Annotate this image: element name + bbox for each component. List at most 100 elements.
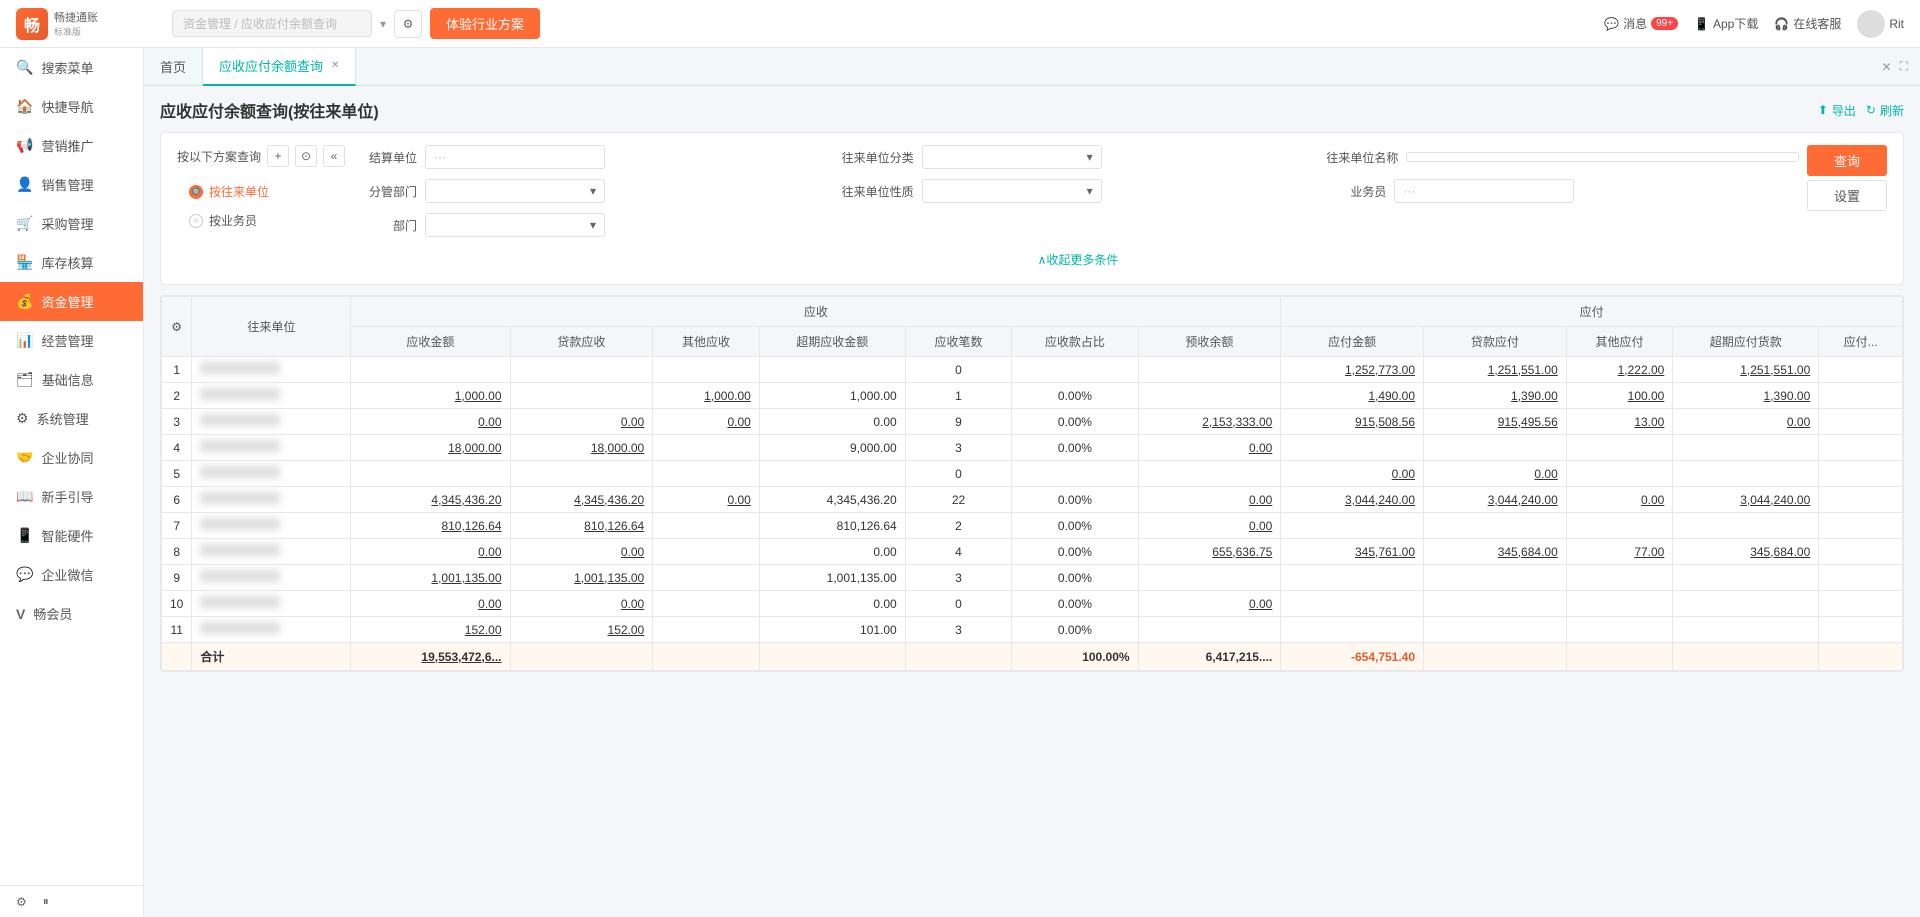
row-ap-amount[interactable]: 345,761.00	[1281, 539, 1424, 565]
sidebar-item-purchase[interactable]: 🛒 采购管理	[0, 204, 143, 243]
tab-home[interactable]: 首页	[144, 48, 203, 86]
row-ap-loan[interactable]: 345,684.00	[1424, 539, 1567, 565]
settings-icon[interactable]: ⚙	[394, 10, 422, 38]
app-download-btn[interactable]: 📱 App下载	[1694, 15, 1758, 32]
col-settings[interactable]: ⚙	[162, 297, 192, 357]
scheme-collapse-btn[interactable]: «	[323, 145, 345, 167]
scheme-option-partner[interactable]: 🔘 按往来单位	[177, 177, 345, 206]
row-ap-loan[interactable]: 915,495.56	[1424, 409, 1567, 435]
row-ar-ratio: 0.00%	[1012, 591, 1138, 617]
sidebar-item-finance[interactable]: 💰 资金管理	[0, 282, 143, 321]
row-ap-overdue[interactable]: 345,684.00	[1673, 539, 1819, 565]
row-ap-other[interactable]: 1,222.00	[1566, 357, 1673, 383]
online-service-btn[interactable]: 🎧 在线客服	[1774, 15, 1841, 32]
sidebar-collapse-icon[interactable]: ⏸	[43, 894, 49, 909]
row-ap-loan[interactable]: 0.00	[1424, 461, 1567, 487]
row-ap-overdue[interactable]: 1,251,551.00	[1673, 357, 1819, 383]
sidebar-item-quick-nav[interactable]: 🏠 快捷导航	[0, 87, 143, 126]
row-ap-amount[interactable]: 915,508.56	[1281, 409, 1424, 435]
sidebar-settings-icon[interactable]: ⚙	[16, 895, 27, 909]
tab-maximize-icon[interactable]: ⛶	[1900, 59, 1908, 74]
row-ar-loan[interactable]: 1,001,135.00	[510, 565, 653, 591]
tab-close-window-icon[interactable]: ✕	[1882, 60, 1892, 74]
industry-btn[interactable]: 体验行业方案	[430, 8, 540, 39]
row-ar-other[interactable]: 0.00	[653, 487, 760, 513]
set-btn[interactable]: 设置	[1807, 180, 1887, 211]
supervisor-dept-select[interactable]: ▾	[425, 179, 605, 203]
scheme-settings-btn[interactable]: ⊙	[295, 145, 317, 167]
row-ar-amount[interactable]: 1,000.00	[351, 383, 510, 409]
sidebar-item-basic-info[interactable]: 🗂 基础信息	[0, 360, 143, 399]
sidebar-item-guide[interactable]: 📖 新手引导	[0, 477, 143, 516]
sidebar-item-member[interactable]: V 畅会员	[0, 594, 143, 633]
total-ar-amount[interactable]: 19,553,472,6...	[351, 643, 510, 671]
query-btn[interactable]: 查询	[1807, 145, 1887, 176]
settlement-unit-input[interactable]: ···	[425, 145, 605, 169]
row-ap-loan[interactable]: 3,044,240.00	[1424, 487, 1567, 513]
row-ap-amount[interactable]: 0.00	[1281, 461, 1424, 487]
row-ar-amount[interactable]: 1,001,135.00	[351, 565, 510, 591]
sidebar-item-enterprise-wechat[interactable]: 💬 企业微信	[0, 555, 143, 594]
sidebar-item-marketing[interactable]: 📢 营销推广	[0, 126, 143, 165]
row-ap-loan[interactable]: 1,390.00	[1424, 383, 1567, 409]
collapse-more-btn[interactable]: ∧ 收起更多条件	[357, 247, 1799, 272]
row-ar-loan[interactable]: 18,000.00	[510, 435, 653, 461]
row-ap-other[interactable]: 0.00	[1566, 487, 1673, 513]
marketing-icon: 📢	[16, 137, 33, 154]
row-ar-prepay[interactable]: 0.00	[1138, 513, 1281, 539]
partner-nature-select[interactable]: ▾	[922, 179, 1102, 203]
sidebar-item-inventory[interactable]: 🏪 库存核算	[0, 243, 143, 282]
row-ar-amount[interactable]: 18,000.00	[351, 435, 510, 461]
row-ar-loan[interactable]: 152.00	[510, 617, 653, 643]
row-ar-prepay[interactable]: 0.00	[1138, 487, 1281, 513]
row-ap-amount[interactable]: 3,044,240.00	[1281, 487, 1424, 513]
message-btn[interactable]: 💬 消息 99+	[1604, 15, 1678, 32]
tab-close-icon[interactable]: ✕	[331, 60, 339, 71]
row-ap-other[interactable]: 13.00	[1566, 409, 1673, 435]
row-ap-overdue[interactable]: 0.00	[1673, 409, 1819, 435]
row-ar-amount[interactable]: 0.00	[351, 409, 510, 435]
row-ar-loan[interactable]: 4,345,436.20	[510, 487, 653, 513]
row-ar-other[interactable]: 0.00	[653, 409, 760, 435]
scheme-add-btn[interactable]: +	[267, 145, 289, 167]
row-ap-overdue[interactable]: 3,044,240.00	[1673, 487, 1819, 513]
department-select[interactable]: ▾	[425, 213, 605, 237]
row-ar-loan[interactable]: 0.00	[510, 409, 653, 435]
row-ar-amount[interactable]: 0.00	[351, 591, 510, 617]
row-ar-other[interactable]: 1,000.00	[653, 383, 760, 409]
row-ar-amount[interactable]: 4,345,436.20	[351, 487, 510, 513]
row-ar-prepay[interactable]: 655,636.75	[1138, 539, 1281, 565]
user-info[interactable]: Rit	[1857, 10, 1904, 38]
row-ap-overdue[interactable]: 1,390.00	[1673, 383, 1819, 409]
row-ar-prepay[interactable]: 2,153,333.00	[1138, 409, 1281, 435]
export-btn[interactable]: ⬆ 导出	[1818, 102, 1856, 119]
row-ar-amount[interactable]: 152.00	[351, 617, 510, 643]
sidebar-item-operations[interactable]: 📊 经营管理	[0, 321, 143, 360]
sidebar-item-search-menu[interactable]: 🔍 搜索菜单	[0, 48, 143, 87]
row-ap-other[interactable]: 100.00	[1566, 383, 1673, 409]
tab-ar-ap-query[interactable]: 应收应付余额查询 ✕	[203, 48, 356, 86]
row-ar-loan[interactable]: 0.00	[510, 591, 653, 617]
partner-name-input[interactable]	[1406, 152, 1799, 162]
row-ap-other[interactable]: 77.00	[1566, 539, 1673, 565]
scheme-option-salesperson[interactable]: ○ 按业务员	[177, 206, 345, 235]
row-ar-prepay[interactable]: 0.00	[1138, 435, 1281, 461]
sidebar-item-system[interactable]: ⚙ 系统管理	[0, 399, 143, 438]
sidebar-item-smart-hardware[interactable]: 📱 智能硬件	[0, 516, 143, 555]
row-ap-amount[interactable]: 1,490.00	[1281, 383, 1424, 409]
salesperson-input[interactable]: ···	[1394, 179, 1574, 203]
row-ar-loan[interactable]: 810,126.64	[510, 513, 653, 539]
refresh-btn[interactable]: ↻ 刷新	[1866, 102, 1904, 119]
department-label: 部门	[357, 217, 417, 234]
nav-dropdown-icon[interactable]: ▾	[380, 17, 386, 31]
partner-category-select[interactable]: ▾	[922, 145, 1102, 169]
row-ar-prepay[interactable]: 0.00	[1138, 591, 1281, 617]
row-ar-loan[interactable]: 0.00	[510, 539, 653, 565]
sidebar-item-enterprise-collab[interactable]: 🤝 企业协同	[0, 438, 143, 477]
row-ar-count: 3	[905, 435, 1012, 461]
row-ar-amount[interactable]: 810,126.64	[351, 513, 510, 539]
row-ap-amount[interactable]: 1,252,773.00	[1281, 357, 1424, 383]
sidebar-item-sales[interactable]: 👤 销售管理	[0, 165, 143, 204]
row-ar-amount[interactable]: 0.00	[351, 539, 510, 565]
row-ap-loan[interactable]: 1,251,551.00	[1424, 357, 1567, 383]
